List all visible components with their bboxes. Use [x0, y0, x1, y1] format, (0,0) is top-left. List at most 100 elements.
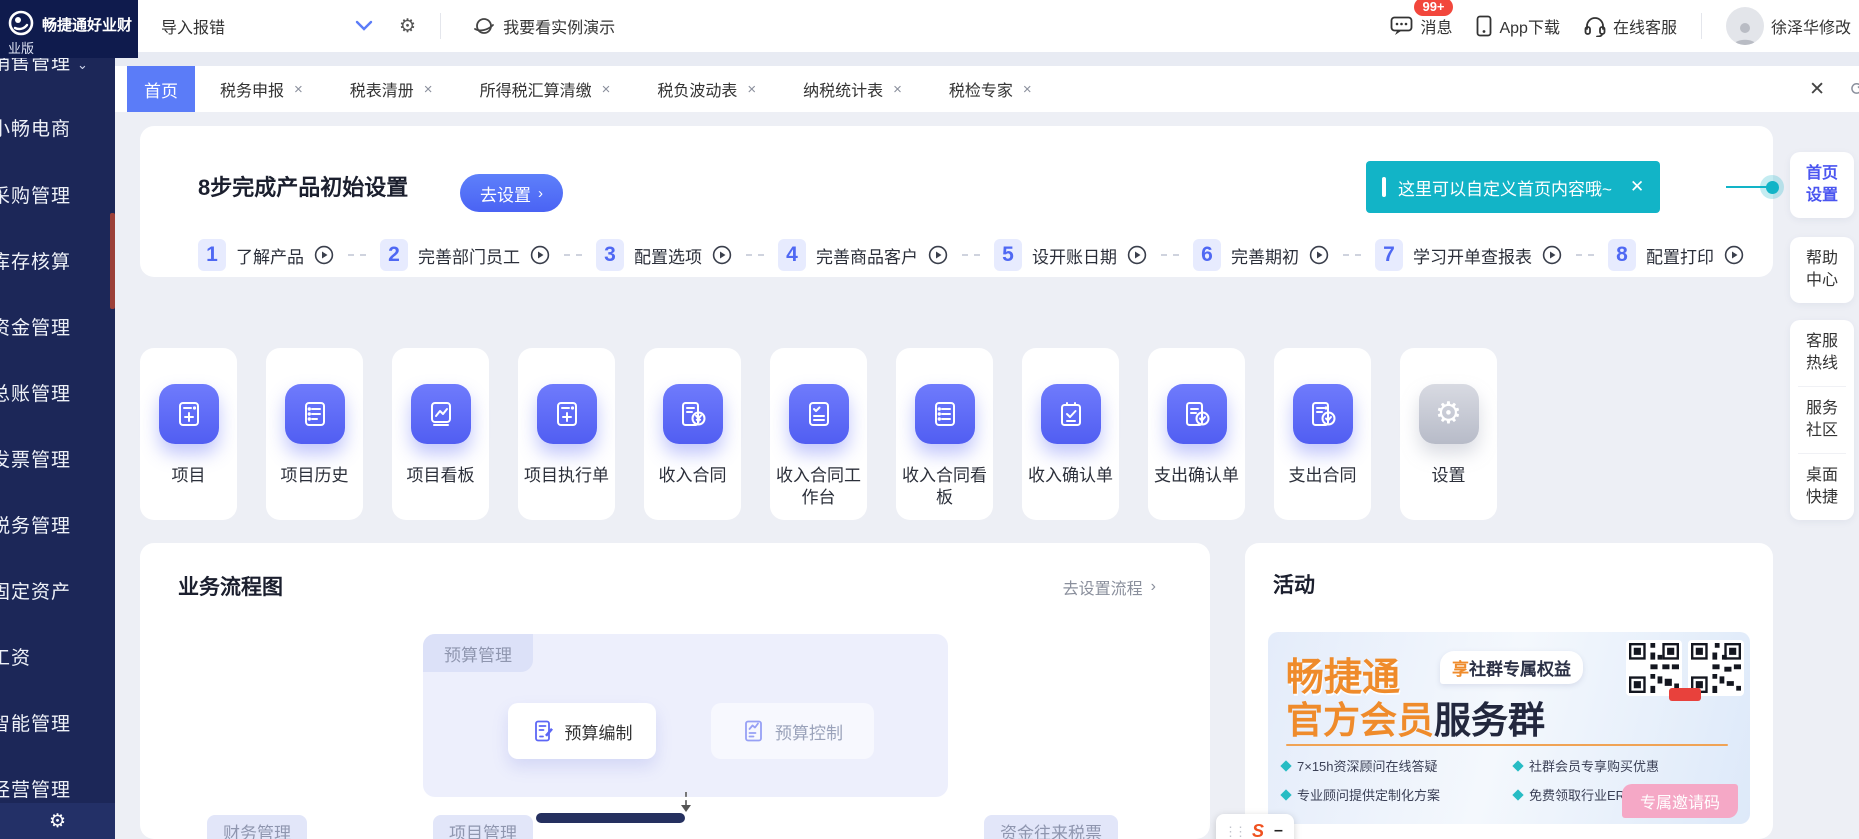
- rail-community[interactable]: 服务社区: [1790, 387, 1854, 453]
- doc-list-icon: [914, 384, 975, 444]
- sidebar-settings-button[interactable]: ⚙: [0, 803, 115, 839]
- close-icon[interactable]: ×: [747, 81, 756, 98]
- gear-icon[interactable]: ⚙: [399, 15, 416, 38]
- tab-tax-statistics[interactable]: 纳税统计表 ×: [803, 77, 902, 101]
- demo-link[interactable]: 我要看实例演示: [473, 14, 615, 38]
- shortcut-project-execution[interactable]: 项目执行单: [518, 348, 615, 520]
- sidebar-item-smart[interactable]: 智能管理: [0, 709, 126, 736]
- sidebar-item-funds[interactable]: 资金管理: [0, 313, 126, 340]
- setup-step[interactable]: 2 完善部门员工: [380, 239, 550, 271]
- play-icon[interactable]: [1724, 245, 1744, 265]
- play-icon[interactable]: [712, 245, 732, 265]
- step-connector: [1161, 254, 1179, 256]
- shortcut-project-board[interactable]: 项目看板: [392, 348, 489, 520]
- play-icon[interactable]: [530, 245, 550, 265]
- chevron-right-icon: ›: [1150, 578, 1156, 595]
- shortcut-project[interactable]: 项目: [140, 348, 237, 520]
- drag-handle-icon[interactable]: ⋮⋮: [1224, 825, 1247, 838]
- tab-tax-register[interactable]: 税表清册 ×: [350, 77, 433, 101]
- close-all-tabs-icon[interactable]: ✕: [1809, 78, 1825, 101]
- shortcut-settings[interactable]: ⚙ 设置: [1400, 348, 1497, 520]
- setup-step[interactable]: 3 配置选项: [596, 239, 732, 271]
- shortcut-expense-contract[interactable]: 支出合同: [1274, 348, 1371, 520]
- scrollbar-thumb[interactable]: [536, 813, 685, 823]
- rail-help-center[interactable]: 帮助中心: [1790, 237, 1854, 303]
- chevron-down-icon[interactable]: [355, 20, 373, 32]
- rail-home-settings[interactable]: 首页设置: [1790, 152, 1854, 218]
- tab-income-tax[interactable]: 所得税汇算清缴 ×: [480, 77, 611, 101]
- go-setup-button[interactable]: 去设置 ›: [460, 174, 563, 212]
- play-icon[interactable]: [1127, 245, 1147, 265]
- minimize-icon[interactable]: –: [1274, 822, 1283, 839]
- setup-step[interactable]: 5 设开账日期: [994, 239, 1147, 271]
- setup-steps: 1 了解产品 2 完善部门员工 3 配置选项 4 完善商品客户 5 设开账日期 6 完善期初: [198, 238, 1744, 272]
- setup-step[interactable]: 4 完善商品客户: [778, 239, 948, 271]
- play-icon[interactable]: [1542, 245, 1562, 265]
- setup-step[interactable]: 8 配置打印: [1608, 239, 1744, 271]
- tab-tax-fluctuation[interactable]: 税负波动表 ×: [657, 77, 756, 101]
- sidebar-item-fixed-assets[interactable]: 固定资产: [0, 577, 126, 604]
- gear-icon: ⚙: [48, 810, 67, 832]
- sidebar-item-payroll[interactable]: 工资: [0, 643, 126, 670]
- play-icon[interactable]: [928, 245, 948, 265]
- tab-home[interactable]: 首页: [127, 66, 195, 112]
- app-download-button[interactable]: App下载: [1476, 14, 1560, 38]
- sidebar-item-invoice[interactable]: 发票管理: [0, 445, 126, 472]
- setup-step[interactable]: 6 完善期初: [1193, 239, 1329, 271]
- shortcut-project-history[interactable]: 项目历史: [266, 348, 363, 520]
- close-icon[interactable]: ×: [893, 81, 902, 98]
- member-service-banner[interactable]: 畅捷通 享社群专属权益 官方会员服务群 7×15h资深顾问在线答疑 社群会员专享…: [1268, 632, 1750, 824]
- import-error-dropdown[interactable]: 导入报错: [161, 14, 225, 38]
- cube-bullet-icon: [1280, 759, 1292, 772]
- shortcut-expense-confirmation[interactable]: 支出确认单: [1148, 348, 1245, 520]
- rail-hotline[interactable]: 客服热线: [1790, 320, 1854, 386]
- banner-divider: [1286, 744, 1728, 746]
- banner-bullet: 社群会员专享购买优惠: [1512, 756, 1740, 775]
- step-connector: [564, 254, 582, 256]
- logo-block: 畅捷通好业财 业版: [0, 0, 138, 58]
- funds-tax-group-tag: 资金往来税票: [984, 815, 1118, 839]
- brand-name: 畅捷通好业财: [42, 17, 133, 34]
- budget-control-node[interactable]: 预算控制: [711, 703, 874, 759]
- flow-title: 业务流程图: [178, 576, 283, 599]
- close-icon[interactable]: ×: [424, 81, 433, 98]
- tab-tax-filing[interactable]: 税务申报 ×: [220, 77, 303, 101]
- shortcut-income-contract-board[interactable]: 收入合同看板: [896, 348, 993, 520]
- rail-desktop-shortcut[interactable]: 桌面快捷: [1790, 454, 1854, 520]
- close-icon[interactable]: ✕: [1630, 177, 1644, 197]
- step-connector: [746, 254, 764, 256]
- doc-pencil-icon: [534, 720, 553, 742]
- business-flow-card: 业务流程图 去设置流程 › 预算管理 预算编制 预算控制 财务管理 项目管理 资金…: [140, 543, 1210, 839]
- setup-title: 8步完成产品初始设置: [198, 175, 409, 200]
- step-connector: [348, 254, 366, 256]
- shortcut-income-confirmation[interactable]: 收入确认单: [1022, 348, 1119, 520]
- cube-bullet-icon: [1512, 759, 1524, 772]
- app-window: 销售管理 ⌄ 小畅电商 采购管理 库存核算 资金管理 总账管理 发票管理 税务管理…: [0, 0, 1859, 839]
- sidebar-item-ecommerce[interactable]: 小畅电商: [0, 114, 126, 141]
- play-icon[interactable]: [314, 245, 334, 265]
- setup-step[interactable]: 1 了解产品: [198, 239, 334, 271]
- shortcut-income-contract[interactable]: 收入合同: [644, 348, 741, 520]
- close-icon[interactable]: ×: [1023, 81, 1032, 98]
- sidebar-item-purchase[interactable]: 采购管理: [0, 181, 126, 208]
- sidebar-scrollbar-thumb[interactable]: [110, 213, 115, 309]
- floating-assistant-widget[interactable]: ⋮⋮ S –: [1216, 814, 1294, 839]
- user-menu[interactable]: 徐泽华修改: [1725, 7, 1851, 45]
- setup-step[interactable]: 7 学习开单查报表: [1375, 239, 1562, 271]
- headset-icon: [1584, 16, 1606, 37]
- go-setup-flow-link[interactable]: 去设置流程 ›: [1063, 575, 1156, 599]
- sidebar-item-inventory[interactable]: 库存核算: [0, 247, 126, 274]
- more-tabs-icon[interactable]: ⟳: [1845, 76, 1859, 102]
- online-service-button[interactable]: 在线客服: [1584, 14, 1677, 38]
- close-icon[interactable]: ×: [294, 81, 303, 98]
- sidebar-item-ledger[interactable]: 总账管理: [0, 379, 126, 406]
- sidebar: 销售管理 ⌄ 小畅电商 采购管理 库存核算 资金管理 总账管理 发票管理 税务管理…: [0, 0, 115, 839]
- budget-preparation-node[interactable]: 预算编制: [508, 703, 656, 759]
- play-icon[interactable]: [1309, 245, 1329, 265]
- tab-tax-expert[interactable]: 税检专家 ×: [949, 77, 1032, 101]
- shortcut-income-contract-workbench[interactable]: 收入合同工作台: [770, 348, 867, 520]
- sidebar-item-tax[interactable]: 税务管理: [0, 511, 126, 538]
- messages-button[interactable]: 消息 99+: [1390, 0, 1453, 38]
- sidebar-item-operation[interactable]: 经营管理: [0, 775, 126, 802]
- close-icon[interactable]: ×: [602, 81, 611, 98]
